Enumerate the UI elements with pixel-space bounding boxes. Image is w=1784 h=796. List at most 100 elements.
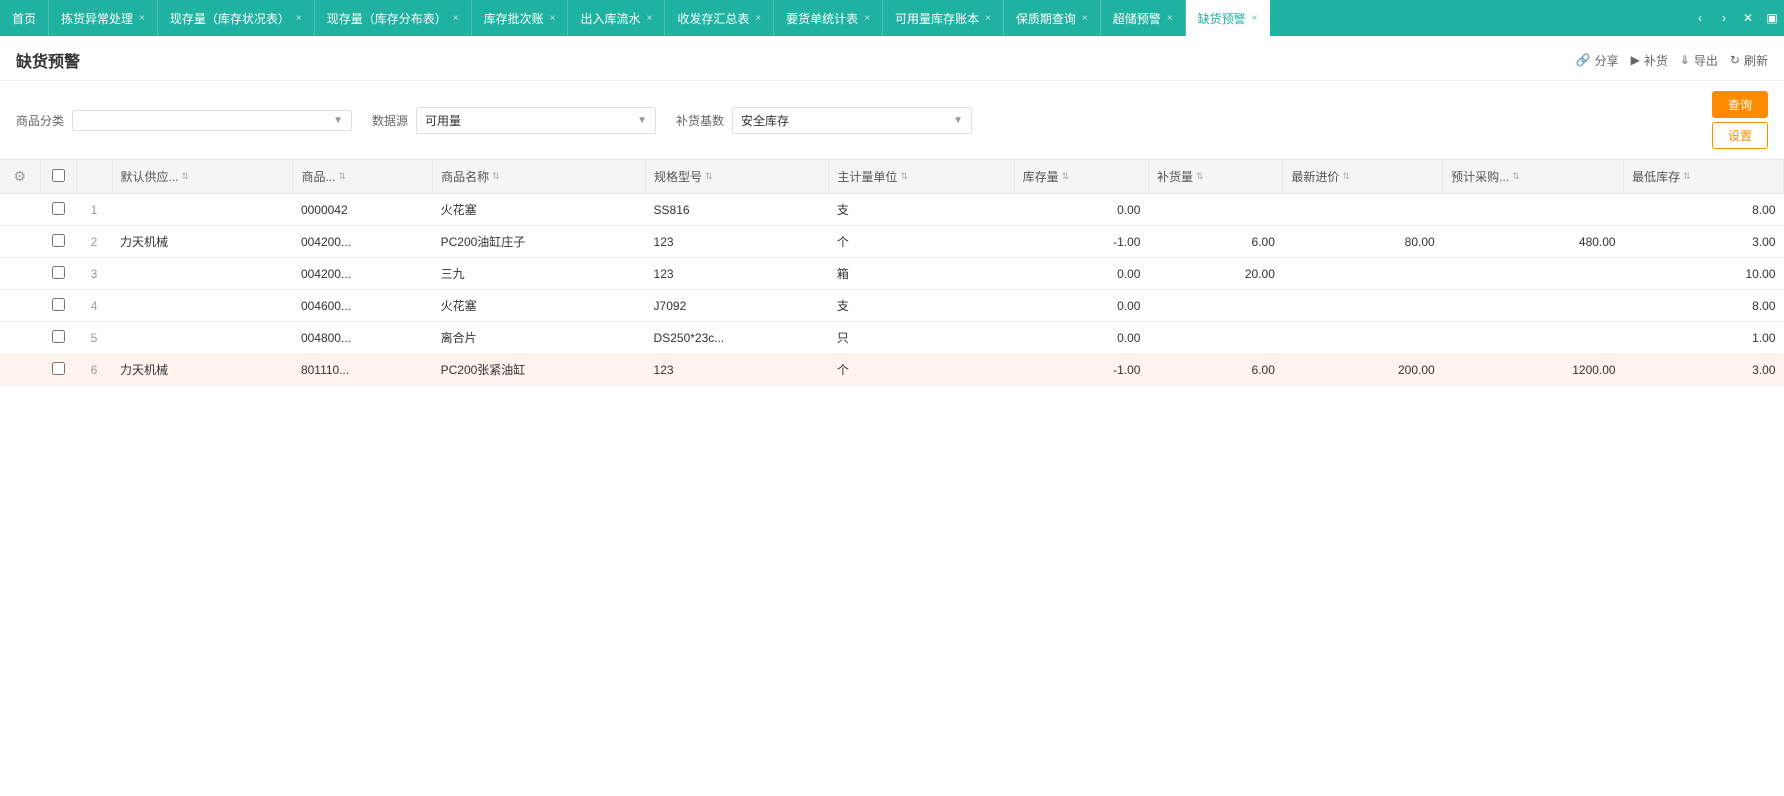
row-checkbox-2[interactable] xyxy=(52,266,65,279)
tab-abnormal[interactable]: 拣货异常处理 × xyxy=(49,0,158,36)
settings-button[interactable]: 设置 xyxy=(1712,122,1768,149)
row-unit-2: 箱 xyxy=(829,258,1014,290)
th-product-code: 商品... ⇅ xyxy=(293,160,433,194)
tab-collect-summary[interactable]: 收发存汇总表 × xyxy=(665,0,774,36)
row-latest-price-3 xyxy=(1283,290,1443,322)
row-stock-3: 0.00 xyxy=(1014,290,1148,322)
table-row: 4 004600... 火花塞 J7092 支 0.00 8.00 xyxy=(0,290,1784,322)
latest-price-sort-icon[interactable]: ⇅ xyxy=(1342,171,1350,182)
tab-close-all-button[interactable]: ✕ xyxy=(1736,0,1760,36)
row-stock-5: -1.00 xyxy=(1014,354,1148,386)
replenish-button[interactable]: ▶ 补货 xyxy=(1631,52,1668,69)
export-button[interactable]: ⇓ 导出 xyxy=(1680,52,1718,69)
tab-batch-account[interactable]: 库存批次账 × xyxy=(472,0,569,36)
row-unit-0: 支 xyxy=(829,194,1014,226)
close-tab-inout-flow[interactable]: × xyxy=(646,13,652,24)
tab-expiry-query[interactable]: 保质期查询 × xyxy=(1004,0,1101,36)
close-tab-overstock-warning[interactable]: × xyxy=(1167,13,1173,24)
tab-inventory-dist[interactable]: 现存量（库存分布表） × xyxy=(315,0,472,36)
tab-shortage-warning[interactable]: 缺货预警 × xyxy=(1186,0,1271,36)
close-tab-inventory-status[interactable]: × xyxy=(296,13,302,24)
close-tab-demand-stat[interactable]: × xyxy=(864,13,870,24)
datasource-select[interactable]: 可用量 ▼ xyxy=(416,107,656,134)
tab-fullscreen-button[interactable]: ▣ xyxy=(1760,0,1784,36)
filter-row: 商品分类 ▼ 数据源 可用量 ▼ 补货基数 安全库存 ▼ 查询 设置 xyxy=(0,81,1784,159)
row-num-2: 3 xyxy=(76,258,112,290)
row-checkbox-cell[interactable] xyxy=(40,194,76,226)
th-est-purchase: 预计采购... ⇅ xyxy=(1443,160,1624,194)
row-stock-1: -1.00 xyxy=(1014,226,1148,258)
est-purchase-sort-icon[interactable]: ⇅ xyxy=(1512,171,1520,182)
row-num-0: 1 xyxy=(76,194,112,226)
row-product-code-0: 0000042 xyxy=(293,194,433,226)
row-checkbox-5[interactable] xyxy=(52,362,65,375)
select-all-checkbox[interactable] xyxy=(52,169,65,182)
row-checkbox-cell[interactable] xyxy=(40,226,76,258)
close-tab-available-ledger[interactable]: × xyxy=(985,13,991,24)
row-replenish-qty-1: 6.00 xyxy=(1148,226,1282,258)
row-checkbox-1[interactable] xyxy=(52,234,65,247)
page-header: 缺货预警 🔗 分享 ▶ 补货 ⇓ 导出 ↻ 刷新 xyxy=(0,36,1784,81)
close-tab-expiry-query[interactable]: × xyxy=(1082,13,1088,24)
close-tab-batch-account[interactable]: × xyxy=(550,13,556,24)
close-tab-collect-summary[interactable]: × xyxy=(755,13,761,24)
tab-inventory-status[interactable]: 现存量（库存状况表） × xyxy=(158,0,315,36)
refresh-button[interactable]: ↻ 刷新 xyxy=(1730,52,1768,69)
row-min-stock-4: 1.00 xyxy=(1624,322,1784,354)
category-select[interactable]: ▼ xyxy=(72,110,352,131)
row-num-1: 2 xyxy=(76,226,112,258)
tab-next-button[interactable]: › xyxy=(1712,0,1736,36)
close-tab-shortage-warning[interactable]: × xyxy=(1252,13,1258,24)
row-est-purchase-0 xyxy=(1443,194,1624,226)
close-tab-abnormal[interactable]: × xyxy=(139,13,145,24)
row-replenish-qty-0 xyxy=(1148,194,1282,226)
product-code-sort-icon[interactable]: ⇅ xyxy=(338,171,346,182)
row-min-stock-3: 8.00 xyxy=(1624,290,1784,322)
row-est-purchase-4 xyxy=(1443,322,1624,354)
datasource-filter-group: 数据源 可用量 ▼ xyxy=(372,107,656,134)
row-min-stock-5: 3.00 xyxy=(1624,354,1784,386)
replenish-basis-select[interactable]: 安全库存 ▼ xyxy=(732,107,972,134)
row-est-purchase-5: 1200.00 xyxy=(1443,354,1624,386)
row-supplier-1: 力天机械 xyxy=(112,226,293,258)
tab-home[interactable]: 首页 xyxy=(0,0,49,36)
datasource-label: 数据源 xyxy=(372,112,408,129)
supplier-sort-icon[interactable]: ⇅ xyxy=(182,171,190,182)
row-checkbox-cell[interactable] xyxy=(40,322,76,354)
replenish-qty-sort-icon[interactable]: ⇅ xyxy=(1196,171,1204,182)
row-checkbox-cell[interactable] xyxy=(40,258,76,290)
replenish-basis-arrow-icon: ▼ xyxy=(953,115,963,126)
tab-available-ledger[interactable]: 可用量库存账本 × xyxy=(883,0,1004,36)
row-supplier-0 xyxy=(112,194,293,226)
tab-inout-flow[interactable]: 出入库流水 × xyxy=(568,0,665,36)
share-icon: 🔗 xyxy=(1576,53,1591,67)
unit-sort-icon[interactable]: ⇅ xyxy=(900,171,908,182)
share-button[interactable]: 🔗 分享 xyxy=(1576,52,1619,69)
category-arrow-icon: ▼ xyxy=(333,115,343,126)
row-stock-0: 0.00 xyxy=(1014,194,1148,226)
close-tab-inventory-dist[interactable]: × xyxy=(453,13,459,24)
row-checkbox-3[interactable] xyxy=(52,298,65,311)
column-settings-icon[interactable]: ⚙ xyxy=(13,168,26,184)
row-est-purchase-2 xyxy=(1443,258,1624,290)
tab-overstock-warning[interactable]: 超储预警 × xyxy=(1101,0,1186,36)
product-name-sort-icon[interactable]: ⇅ xyxy=(492,171,500,182)
row-replenish-qty-5: 6.00 xyxy=(1148,354,1282,386)
row-num-4: 5 xyxy=(76,322,112,354)
th-product-name: 商品名称 ⇅ xyxy=(433,160,646,194)
query-button[interactable]: 查询 xyxy=(1712,91,1768,118)
row-gear-cell xyxy=(0,226,40,258)
th-gear: ⚙ xyxy=(0,160,40,194)
spec-sort-icon[interactable]: ⇅ xyxy=(705,171,713,182)
row-checkbox-0[interactable] xyxy=(52,202,65,215)
row-checkbox-cell[interactable] xyxy=(40,290,76,322)
row-checkbox-cell[interactable] xyxy=(40,354,76,386)
stock-sort-icon[interactable]: ⇅ xyxy=(1062,171,1070,182)
tab-demand-stat[interactable]: 要货单统计表 × xyxy=(774,0,883,36)
row-product-name-5: PC200张紧油缸 xyxy=(433,354,646,386)
row-product-code-4: 004800... xyxy=(293,322,433,354)
min-stock-sort-icon[interactable]: ⇅ xyxy=(1683,171,1691,182)
row-checkbox-4[interactable] xyxy=(52,330,65,343)
tab-prev-button[interactable]: ‹ xyxy=(1688,0,1712,36)
datasource-arrow-icon: ▼ xyxy=(637,115,647,126)
